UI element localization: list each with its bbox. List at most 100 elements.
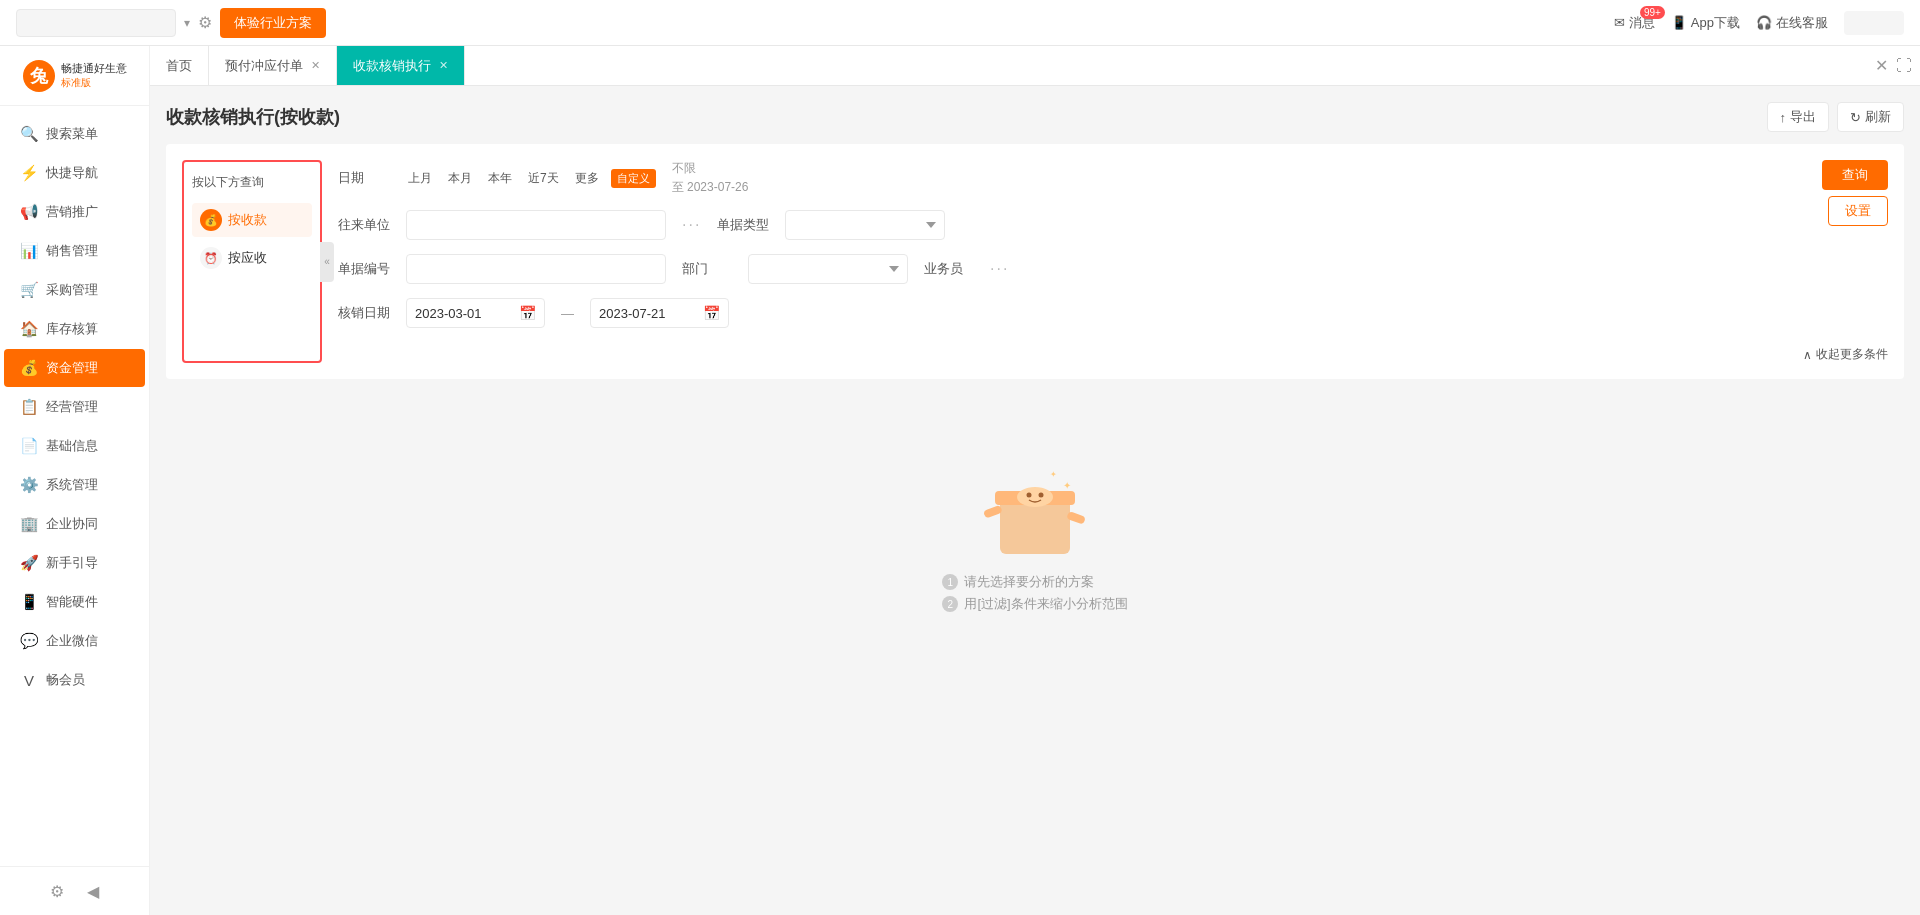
date-shortcut-group: 上月 本月 本年 近7天 更多 自定义 [404,168,656,189]
doc-no-label: 单据编号 [338,260,390,278]
sidebar-item-basic-info[interactable]: 📄 基础信息 [4,427,145,465]
main-layout: 兔 畅捷通好生意 标准版 🔍 搜索菜单 ⚡ 快捷导航 📢 营销推广 📊 销售管理 [0,46,1920,915]
sidebar-item-purchase[interactable]: 🛒 采购管理 [4,271,145,309]
tab-close-all-icon[interactable]: ✕ [1875,56,1888,75]
partner-dots-icon[interactable]: ··· [682,216,701,234]
wechat-icon: 💬 [20,632,38,650]
date-separator: — [561,306,574,321]
calendar-start-icon[interactable]: 📅 [519,305,536,321]
date-shortcut-this-month[interactable]: 本月 [444,168,476,189]
empty-state: ✦ ✦ 1 请先选择要分析的方案 2 用[过滤]条件来缩小分析范围 [166,379,1904,695]
content-area: 首页 预付冲应付单 ✕ 收款核销执行 ✕ ✕ ⛶ 收款核销执行(按收款) [150,46,1920,915]
staff-dots-icon[interactable]: ··· [990,260,1009,278]
message-icon: ✉ [1614,15,1625,30]
filter-option-by-receivable[interactable]: ⏰ 按应收 [192,241,312,275]
tab-collect[interactable]: 收款核销执行 ✕ [337,46,465,85]
verify-date-end-input[interactable] [599,306,699,321]
by-receipt-icon: 💰 [200,209,222,231]
doc-no-input[interactable] [406,254,666,284]
staff-label: 业务员 [924,260,974,278]
sidebar-item-enterprise[interactable]: 🏢 企业协同 [4,505,145,543]
user-avatar[interactable] [1844,11,1904,35]
sidebar-item-wechat[interactable]: 💬 企业微信 [4,622,145,660]
sidebar-item-quick-nav[interactable]: ⚡ 快捷导航 [4,154,145,192]
gear-icon[interactable]: ⚙ [198,13,212,32]
sidebar: 兔 畅捷通好生意 标准版 🔍 搜索菜单 ⚡ 快捷导航 📢 营销推广 📊 销售管理 [0,46,150,915]
message-badge: 99+ [1640,6,1665,19]
enterprise-icon: 🏢 [20,515,38,533]
tab-home[interactable]: 首页 [150,46,209,85]
empty-hint-1-text: 请先选择要分析的方案 [964,573,1094,591]
sidebar-item-member[interactable]: V 畅会员 [4,661,145,699]
verify-date-start-input[interactable] [415,306,515,321]
app-icon: 📱 [1671,15,1687,30]
calendar-end-icon[interactable]: 📅 [703,305,720,321]
filter-sidebar-collapse-btn[interactable]: « [320,242,334,282]
empty-svg-icon: ✦ ✦ [975,459,1095,559]
sidebar-settings-btn[interactable]: ⚙ [41,875,73,907]
date-shortcut-last-month[interactable]: 上月 [404,168,436,189]
collapse-more-btn[interactable]: ∧ 收起更多条件 [338,346,1888,363]
chevron-up-icon: ∧ [1803,348,1812,362]
search-placeholder-bar[interactable] [16,9,176,37]
megaphone-icon: 📢 [20,203,38,221]
sidebar-item-system[interactable]: ⚙️ 系统管理 [4,466,145,504]
sidebar-label-guide: 新手引导 [46,554,98,572]
tab-home-label: 首页 [166,57,192,75]
sidebar-item-operations[interactable]: 📋 经营管理 [4,388,145,426]
sidebar-label-operations: 经营管理 [46,398,98,416]
sidebar-item-inventory[interactable]: 🏠 库存核算 [4,310,145,348]
tab-maximize-icon[interactable]: ⛶ [1896,57,1912,75]
query-btn[interactable]: 查询 [1822,160,1888,190]
verify-date-label: 核销日期 [338,304,390,322]
sidebar-item-search-menu[interactable]: 🔍 搜索菜单 [4,115,145,153]
empty-hint-1: 1 请先选择要分析的方案 [942,571,1127,593]
dept-select[interactable] [748,254,908,284]
sidebar-item-sales[interactable]: 📊 销售管理 [4,232,145,270]
page-title: 收款核销执行(按收款) [166,105,340,129]
export-btn[interactable]: ↑ 导出 [1767,102,1830,132]
filter-panel: 按以下方查询 💰 按收款 ⏰ 按应收 « [166,144,1904,379]
svg-point-2 [1017,487,1053,507]
app-download-item[interactable]: 📱 App下载 [1671,14,1740,32]
sidebar-label-purchase: 采购管理 [46,281,98,299]
top-bar: ▾ ⚙ 体验行业方案 ✉ 消息 99+ 📱 App下载 🎧 在线客服 [0,0,1920,46]
tab-bar-right: ✕ ⛶ [1875,56,1920,75]
doc-type-select[interactable] [785,210,945,240]
tab-prepay-close-icon[interactable]: ✕ [311,59,320,72]
date-shortcut-more[interactable]: 更多 [571,168,603,189]
tab-prepay[interactable]: 预付冲应付单 ✕ [209,46,337,85]
date-custom-badge: 自定义 [611,169,656,188]
chart-icon: 📊 [20,242,38,260]
message-icon-wrap[interactable]: ✉ 消息 99+ [1614,14,1655,32]
svg-text:✦: ✦ [1063,480,1071,491]
filter-option-by-receipt[interactable]: 💰 按收款 [192,203,312,237]
settings-btn[interactable]: 设置 [1828,196,1888,226]
sidebar-logo: 兔 畅捷通好生意 标准版 [0,46,149,106]
date-shortcut-7days[interactable]: 近7天 [524,168,563,189]
svg-text:✦: ✦ [1050,470,1057,479]
logo-icon: 兔 [23,60,55,92]
industry-btn[interactable]: 体验行业方案 [220,8,326,38]
dropdown-chevron-icon[interactable]: ▾ [184,16,190,30]
by-receivable-icon: ⏰ [200,247,222,269]
filter-row-verify-date: 核销日期 📅 — 📅 [338,298,1806,328]
sidebar-label-finance: 资金管理 [46,359,98,377]
sidebar-item-smart-hw[interactable]: 📱 智能硬件 [4,583,145,621]
verify-date-start-wrap: 📅 [406,298,545,328]
online-service-item[interactable]: 🎧 在线客服 [1756,14,1828,32]
sidebar-collapse-btn[interactable]: ◀ [77,875,109,907]
date-shortcut-this-year[interactable]: 本年 [484,168,516,189]
tab-collect-close-icon[interactable]: ✕ [439,59,448,72]
partner-label: 往来单位 [338,216,390,234]
export-icon: ↑ [1780,110,1787,125]
dept-label: 部门 [682,260,732,278]
empty-hint-2-text: 用[过滤]条件来缩小分析范围 [964,595,1127,613]
sidebar-item-finance[interactable]: 💰 资金管理 [4,349,145,387]
sidebar-item-marketing[interactable]: 📢 营销推广 [4,193,145,231]
sidebar-item-guide[interactable]: 🚀 新手引导 [4,544,145,582]
sidebar-label-search-menu: 搜索菜单 [46,125,98,143]
refresh-btn[interactable]: ↻ 刷新 [1837,102,1904,132]
partner-input[interactable] [406,210,666,240]
doc-icon: 📄 [20,437,38,455]
